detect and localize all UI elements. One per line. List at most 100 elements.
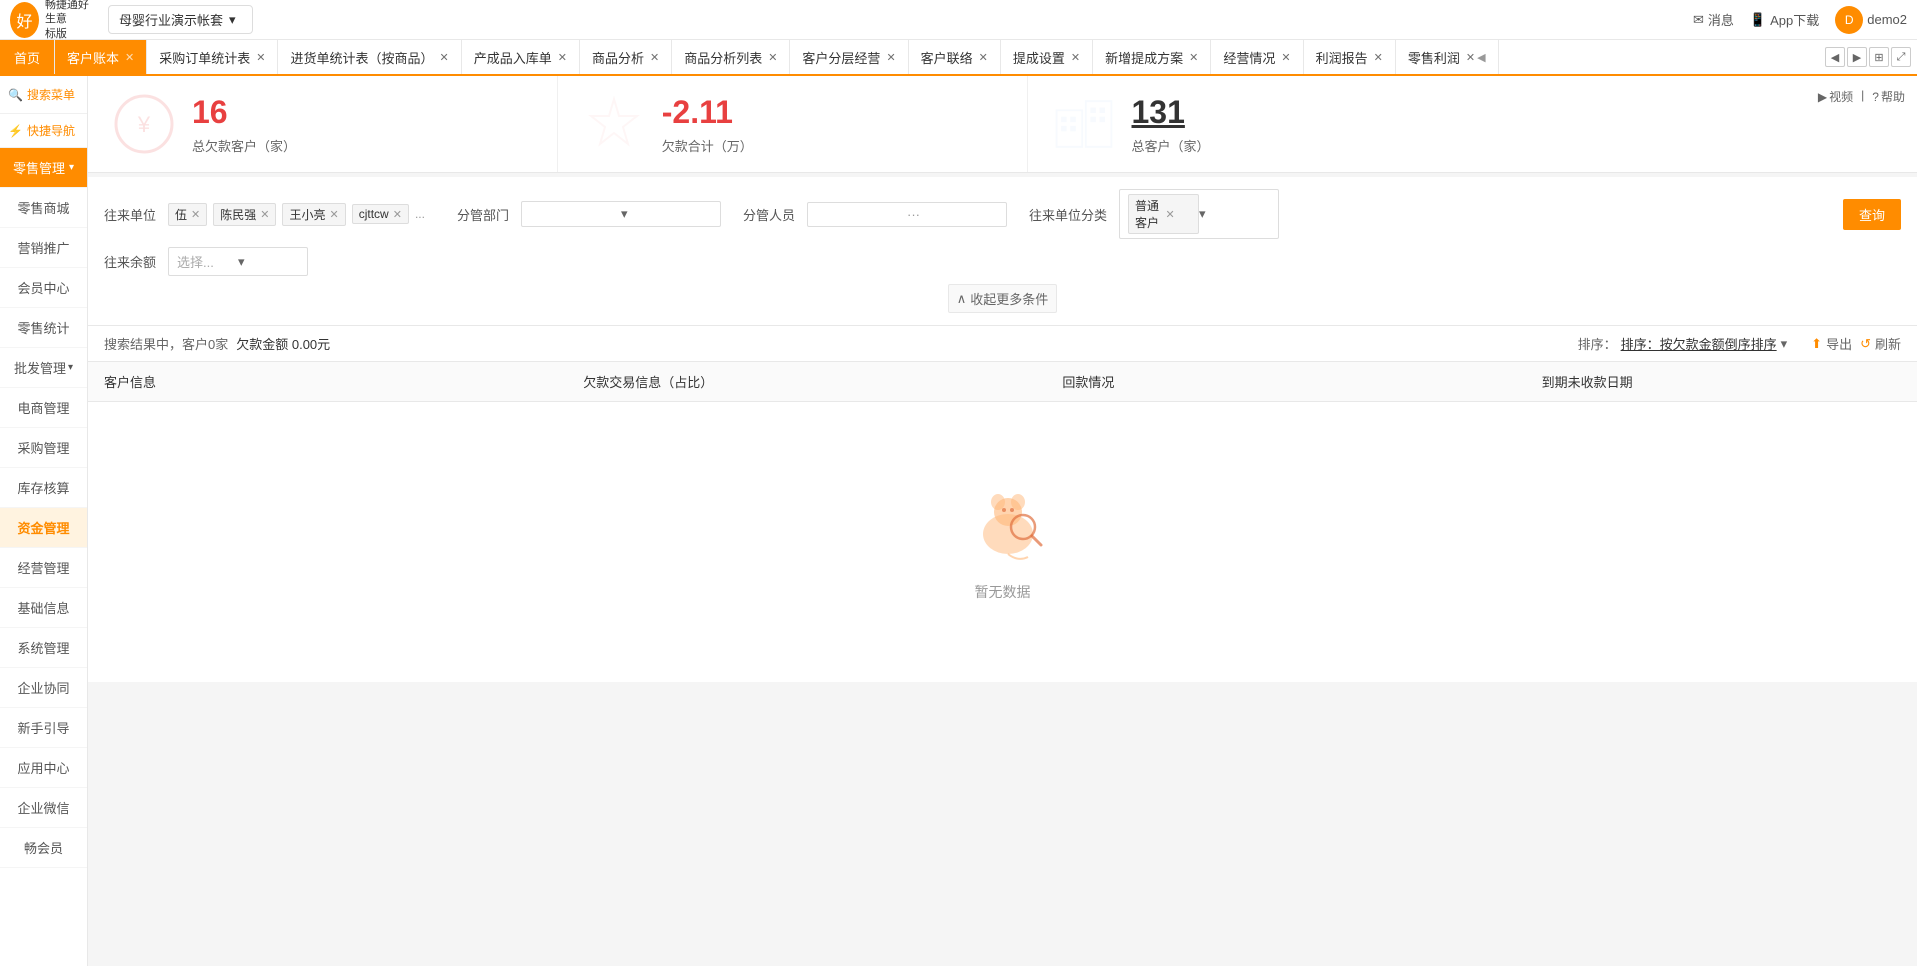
tab-close-icon[interactable]: ✕ (1281, 51, 1290, 64)
sort-label: 排序： 排序：按欠款金额倒序排序 ▾ (1578, 334, 1788, 353)
user-profile[interactable]: D demo2 (1835, 6, 1907, 34)
person-filter-select[interactable]: ··· (807, 202, 1007, 227)
filter-dots-icon[interactable]: ··· (903, 207, 998, 222)
tab-retail-profit[interactable]: 零售利润 ✕ ◀ (1396, 40, 1499, 75)
message-button[interactable]: ✉ 消息 (1693, 10, 1734, 29)
remove-tag-icon[interactable]: ✕ (191, 208, 200, 221)
tab-close-icon[interactable]: ✕ (1466, 51, 1475, 64)
tab-close-icon[interactable]: ✕ (650, 51, 659, 64)
summary-card-overdue-customers: ¥ 16 总欠款客户（家） (88, 76, 558, 172)
tab-new-achievement[interactable]: 新增提成方案 ✕ (1093, 40, 1211, 75)
filter-row-balance: 往来余额 选择... ▾ (104, 247, 1901, 276)
sidebar-item-ecommerce-mgmt[interactable]: 电商管理 (0, 388, 87, 428)
tab-profit-report[interactable]: 利润报告 ✕ (1304, 40, 1396, 75)
search-icon: 🔍 (8, 88, 23, 102)
nav-scroll-left[interactable]: ◀ (1825, 47, 1845, 67)
help-button[interactable]: ? 帮助 (1872, 88, 1905, 105)
sidebar-item-app-center[interactable]: 应用中心 (0, 748, 87, 788)
sidebar-item-vip-member[interactable]: 畅会员 (0, 828, 87, 868)
content-area: ¥ 16 总欠款客户（家） -2.11 欠款合计（万） (88, 76, 1917, 966)
main-layout: 🔍 搜索菜单 ⚡ 快捷导航 零售管理 ▾ 零售商城 营销推广 会员中心 零售统计… (0, 76, 1917, 966)
col-repayment: 回款情况 (1062, 372, 1541, 391)
tab-customer-segment[interactable]: 客户分层经营 ✕ (790, 40, 908, 75)
tab-goods-analysis[interactable]: 商品分析 ✕ (580, 40, 672, 75)
sidebar-item-basic-info[interactable]: 基础信息 (0, 588, 87, 628)
sidebar-item-wholesale-mgmt[interactable]: 批发管理 ▾ (0, 348, 87, 388)
sidebar-item-retail-store[interactable]: 零售商城 (0, 188, 87, 228)
filter-more-icon[interactable]: ... (415, 207, 425, 221)
sidebar-item-retail-mgmt[interactable]: 零售管理 ▾ (0, 148, 87, 188)
tab-purchase-order-stats[interactable]: 采购订单统计表 ✕ (147, 40, 278, 75)
avatar: D (1835, 6, 1863, 34)
sort-icon: ▾ (1781, 336, 1788, 352)
sidebar-item-enterprise-wechat[interactable]: 企业微信 (0, 788, 87, 828)
nav-arrows: ◀ ▶ ⊞ ⤢ (1819, 47, 1917, 67)
sidebar-item-retail-stats[interactable]: 零售统计 (0, 308, 87, 348)
sidebar-item-capital-mgmt[interactable]: 资金管理 (0, 508, 87, 548)
tab-close-icon[interactable]: ✕ (125, 51, 134, 64)
query-button[interactable]: 查询 (1843, 199, 1901, 230)
unit-tag-default: 伍 ✕ (168, 203, 207, 226)
collapse-button[interactable]: ∧ 收起更多条件 (948, 284, 1058, 313)
export-button[interactable]: ⬆ 导出 (1811, 334, 1852, 353)
tab-close-icon[interactable]: ✕ (440, 51, 449, 64)
sidebar-quick-nav[interactable]: ⚡ 快捷导航 (0, 114, 87, 148)
help-icon: ? (1872, 90, 1879, 104)
category-filter-select[interactable]: 普通客户 ✕ ▾ (1119, 189, 1279, 239)
tab-close-icon[interactable]: ✕ (558, 51, 567, 64)
remove-tag-icon[interactable]: ✕ (330, 208, 339, 221)
sidebar-item-marketing[interactable]: 营销推广 (0, 228, 87, 268)
tab-reminder-settings[interactable]: 提成设置 ✕ (1001, 40, 1093, 75)
overdue-customers-value: 16 (192, 93, 533, 131)
dept-filter-select[interactable]: ▾ (521, 201, 721, 227)
sidebar-item-member-center[interactable]: 会员中心 (0, 268, 87, 308)
balance-filter-select[interactable]: 选择... ▾ (168, 247, 308, 276)
app-icon: 📱 (1750, 12, 1766, 28)
tab-close-icon[interactable]: ✕ (1189, 51, 1198, 64)
card-icon-building (1052, 92, 1116, 156)
tab-customer-account[interactable]: 客户账本 ✕ (55, 40, 147, 75)
category-tag-common: 普通客户 ✕ (1128, 194, 1199, 234)
remove-tag-icon[interactable]: ✕ (1166, 208, 1193, 221)
app-download-button[interactable]: 📱 App下载 (1750, 10, 1819, 29)
tab-close-icon[interactable]: ✕ (256, 51, 265, 64)
tab-close-icon[interactable]: ✕ (1071, 51, 1080, 64)
nav-scroll-right[interactable]: ▶ (1847, 47, 1867, 67)
store-selector[interactable]: 母婴行业演示帐套 ▾ (108, 5, 253, 34)
tab-close-icon[interactable]: ✕ (1374, 51, 1383, 64)
sidebar-item-inventory-check[interactable]: 库存核算 (0, 468, 87, 508)
tab-product-instock[interactable]: 产成品入库单 ✕ (462, 40, 580, 75)
svg-text:¥: ¥ (137, 112, 151, 137)
overdue-amount-value: -2.11 (662, 93, 1003, 131)
overdue-amount-label: 欠款合计（万） (662, 136, 1003, 155)
video-icon: ▶ (1818, 90, 1827, 104)
message-icon: ✉ (1693, 12, 1704, 28)
tab-home[interactable]: 首页 (0, 40, 55, 75)
nav-fullscreen[interactable]: ⤢ (1891, 47, 1911, 67)
col-overdue-date: 到期未收款日期 (1542, 372, 1901, 391)
video-button[interactable]: ▶ 视频 (1818, 88, 1853, 105)
sidebar-item-system-mgmt[interactable]: 系统管理 (0, 628, 87, 668)
tab-customer-contact[interactable]: 客户联络 ✕ (909, 40, 1001, 75)
sidebar-item-operation-mgmt[interactable]: 经营管理 (0, 548, 87, 588)
tab-business-status[interactable]: 经营情况 ✕ (1211, 40, 1303, 75)
remove-tag-icon[interactable]: ✕ (260, 208, 269, 221)
refresh-button[interactable]: ↺ 刷新 (1860, 334, 1901, 353)
logo-area: 好 畅捷通好生意 标版 (10, 0, 98, 41)
tab-close-icon[interactable]: ✕ (768, 51, 777, 64)
remove-tag-icon[interactable]: ✕ (393, 208, 402, 221)
table-header: 客户信息 欠款交易信息（占比） 回款情况 到期未收款日期 (88, 362, 1917, 402)
summary-card-total-customers: 131 总客户（家） ▶ 视频 | ? 帮助 (1028, 76, 1917, 172)
tab-close-icon[interactable]: ✕ (886, 51, 895, 64)
chevron-down-icon: ▾ (621, 206, 712, 222)
sidebar-item-enterprise-coop[interactable]: 企业协同 (0, 668, 87, 708)
chevron-icon: ▾ (68, 362, 73, 373)
dept-filter-label: 分管部门 (457, 205, 509, 224)
sidebar-search-button[interactable]: 🔍 搜索菜单 (0, 76, 87, 114)
tab-goods-analysis-list[interactable]: 商品分析列表 ✕ (672, 40, 790, 75)
sidebar-item-purchase-mgmt[interactable]: 采购管理 (0, 428, 87, 468)
nav-expand[interactable]: ⊞ (1869, 47, 1889, 67)
tab-close-icon[interactable]: ✕ (979, 51, 988, 64)
tab-purchase-goods-stats[interactable]: 进货单统计表（按商品） ✕ (278, 40, 461, 75)
sidebar-item-new-guide[interactable]: 新手引导 (0, 708, 87, 748)
